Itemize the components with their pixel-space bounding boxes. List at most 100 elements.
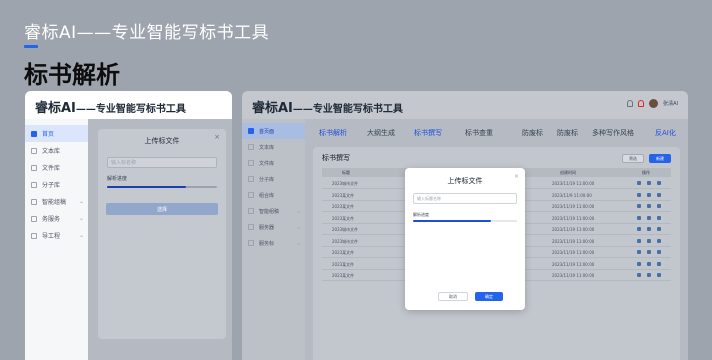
row-title: 2023城市文件 (332, 181, 359, 186)
column-header: 创建时间 (560, 170, 576, 175)
sidebar-item-combo-library[interactable]: 组合库 (242, 187, 305, 203)
card-title: 标书撰写 (322, 154, 350, 162)
sidebar-item-file-library[interactable]: 文件库 (242, 155, 305, 171)
delete-icon[interactable] (657, 215, 661, 220)
layers-icon (31, 198, 37, 205)
sidebar-item-file-library[interactable]: 文件库 (25, 159, 88, 176)
home-icon (248, 128, 254, 134)
brand-name: 睿标AI (35, 101, 76, 116)
chevron-down-icon: ⌄ (78, 198, 84, 205)
download-icon[interactable] (647, 250, 651, 254)
avatar[interactable] (649, 99, 659, 108)
sidebar-item-service-bid[interactable]: 服务标 ⌄ (242, 235, 305, 251)
tab-bid-writing[interactable]: 标书撰写 (414, 128, 442, 138)
left-sidebar: 首页 文本库 文件库 分子库 智能组稿 ⌄ 务服务 ⌄ 导工程 ⌄ (25, 119, 88, 360)
bell-icon[interactable] (627, 100, 634, 107)
confirm-button[interactable]: 确定 (475, 292, 503, 301)
row-title: 2023某文件 (332, 204, 355, 209)
edit-icon[interactable] (637, 250, 641, 254)
search-input[interactable]: 输入标名称 (107, 157, 217, 168)
chevron-down-icon: ⌄ (78, 232, 84, 239)
row-date: 2023/11/9 11:00:00 (552, 192, 592, 198)
delete-icon[interactable] (657, 238, 661, 243)
sidebar-item-smart-compose[interactable]: 智能组稿 ⌄ (242, 203, 305, 219)
sidebar-item-text-library[interactable]: 文本库 (25, 142, 88, 159)
cancel-button[interactable]: 取消 (438, 292, 468, 301)
sidebar-item-molecule-library[interactable]: 分子库 (242, 171, 305, 187)
download-icon[interactable] (647, 238, 651, 243)
left-main-overlay: 上传标文件 × 输入标名称 解析进度 选择 (88, 119, 232, 360)
notification-icon[interactable] (638, 100, 645, 107)
row-actions (637, 181, 661, 185)
delete-icon[interactable] (657, 227, 661, 231)
sidebar-item-smart-compose[interactable]: 智能组稿 ⌄ (25, 193, 88, 210)
brand-tagline: ——专业智能写标书工具 (292, 104, 403, 115)
server-icon (31, 215, 37, 222)
page-heading: 标书解析 (24, 61, 120, 89)
sidebar-item-home[interactable]: 首页 (25, 125, 88, 142)
tab-anti-void-2[interactable]: 防废标 (557, 128, 578, 138)
tab-outline[interactable]: 大纲生成 (367, 128, 395, 138)
delete-icon[interactable] (657, 181, 661, 185)
download-icon[interactable] (647, 204, 651, 208)
row-date: 2023/11/19 11:00:00 (552, 215, 595, 221)
settings-icon (248, 240, 254, 246)
right-app-header: 睿标AI——专业智能写标书工具 张清AI (242, 91, 688, 119)
folder-icon (31, 164, 37, 171)
close-icon[interactable]: × (514, 173, 519, 180)
tab-bid-parse[interactable]: 标书解析 (319, 128, 347, 138)
download-icon[interactable] (647, 227, 651, 231)
delete-icon[interactable] (657, 204, 661, 208)
delete-icon[interactable] (657, 192, 661, 197)
stack-icon (248, 192, 254, 198)
close-icon[interactable]: × (214, 133, 220, 141)
edit-icon[interactable] (637, 273, 641, 277)
edit-icon[interactable] (637, 192, 641, 197)
edit-icon[interactable] (637, 238, 641, 243)
sidebar-item-server[interactable]: 服务器 ⌄ (242, 219, 305, 235)
new-button[interactable]: 新建 (649, 154, 671, 163)
chevron-down-icon: ⌄ (295, 223, 301, 231)
row-date: 2023/11/19 11:00:00 (552, 204, 595, 209)
row-actions (637, 204, 661, 208)
folder-icon (248, 160, 254, 166)
left-app-header: 睿标AI——专业智能写标书工具 (25, 91, 232, 119)
edit-icon[interactable] (637, 181, 641, 185)
sidebar-item-label: 导工程 (42, 233, 61, 240)
progress-bar (107, 186, 217, 188)
download-icon[interactable] (647, 273, 651, 277)
edit-icon[interactable] (637, 215, 641, 220)
sidebar-item-label: 智能组稿 (259, 208, 280, 215)
sidebar-item-label: 文本库 (42, 148, 61, 155)
filter-button[interactable]: 筛选 (622, 154, 644, 163)
tab-plagiarism-check[interactable]: 标书查重 (465, 128, 493, 138)
tab-anti-void-1[interactable]: 防废标 (522, 128, 543, 138)
home-icon (31, 130, 37, 137)
sidebar-item-molecule-library[interactable]: 分子库 (25, 176, 88, 193)
title-input[interactable]: 输入标题名称 (413, 193, 517, 204)
edit-icon[interactable] (637, 261, 641, 266)
sidebar-item-text-library[interactable]: 文本库 (242, 139, 305, 155)
tab-writing-styles[interactable]: 多种写作风格 (592, 128, 634, 138)
layers-icon (248, 208, 254, 214)
select-button[interactable]: 选择 (106, 203, 218, 215)
left-app-window: 睿标AI——专业智能写标书工具 首页 文本库 文件库 分子库 智能组稿 ⌄ 务服务… (25, 91, 232, 360)
download-icon[interactable] (647, 215, 651, 220)
sidebar-item-label: 服务器 (259, 224, 275, 231)
delete-icon[interactable] (657, 261, 661, 266)
delete-icon[interactable] (657, 250, 661, 254)
tab-anti-ai[interactable]: 反AI化 (655, 128, 676, 138)
sidebar-item-label: 分子库 (259, 176, 275, 183)
sidebar-item-home[interactable]: 首页面 (242, 123, 305, 139)
sidebar-item-engineering[interactable]: 导工程 ⌄ (25, 227, 88, 244)
delete-icon[interactable] (657, 273, 661, 277)
download-icon[interactable] (647, 261, 651, 266)
download-icon[interactable] (647, 181, 651, 185)
edit-icon[interactable] (637, 227, 641, 231)
sidebar-item-label: 智能组稿 (42, 199, 67, 206)
download-icon[interactable] (647, 192, 651, 197)
row-date: 2023/11/19 11:00:00 (552, 250, 595, 255)
grid-icon (31, 181, 37, 188)
edit-icon[interactable] (637, 204, 641, 208)
sidebar-item-services[interactable]: 务服务 ⌄ (25, 210, 88, 227)
